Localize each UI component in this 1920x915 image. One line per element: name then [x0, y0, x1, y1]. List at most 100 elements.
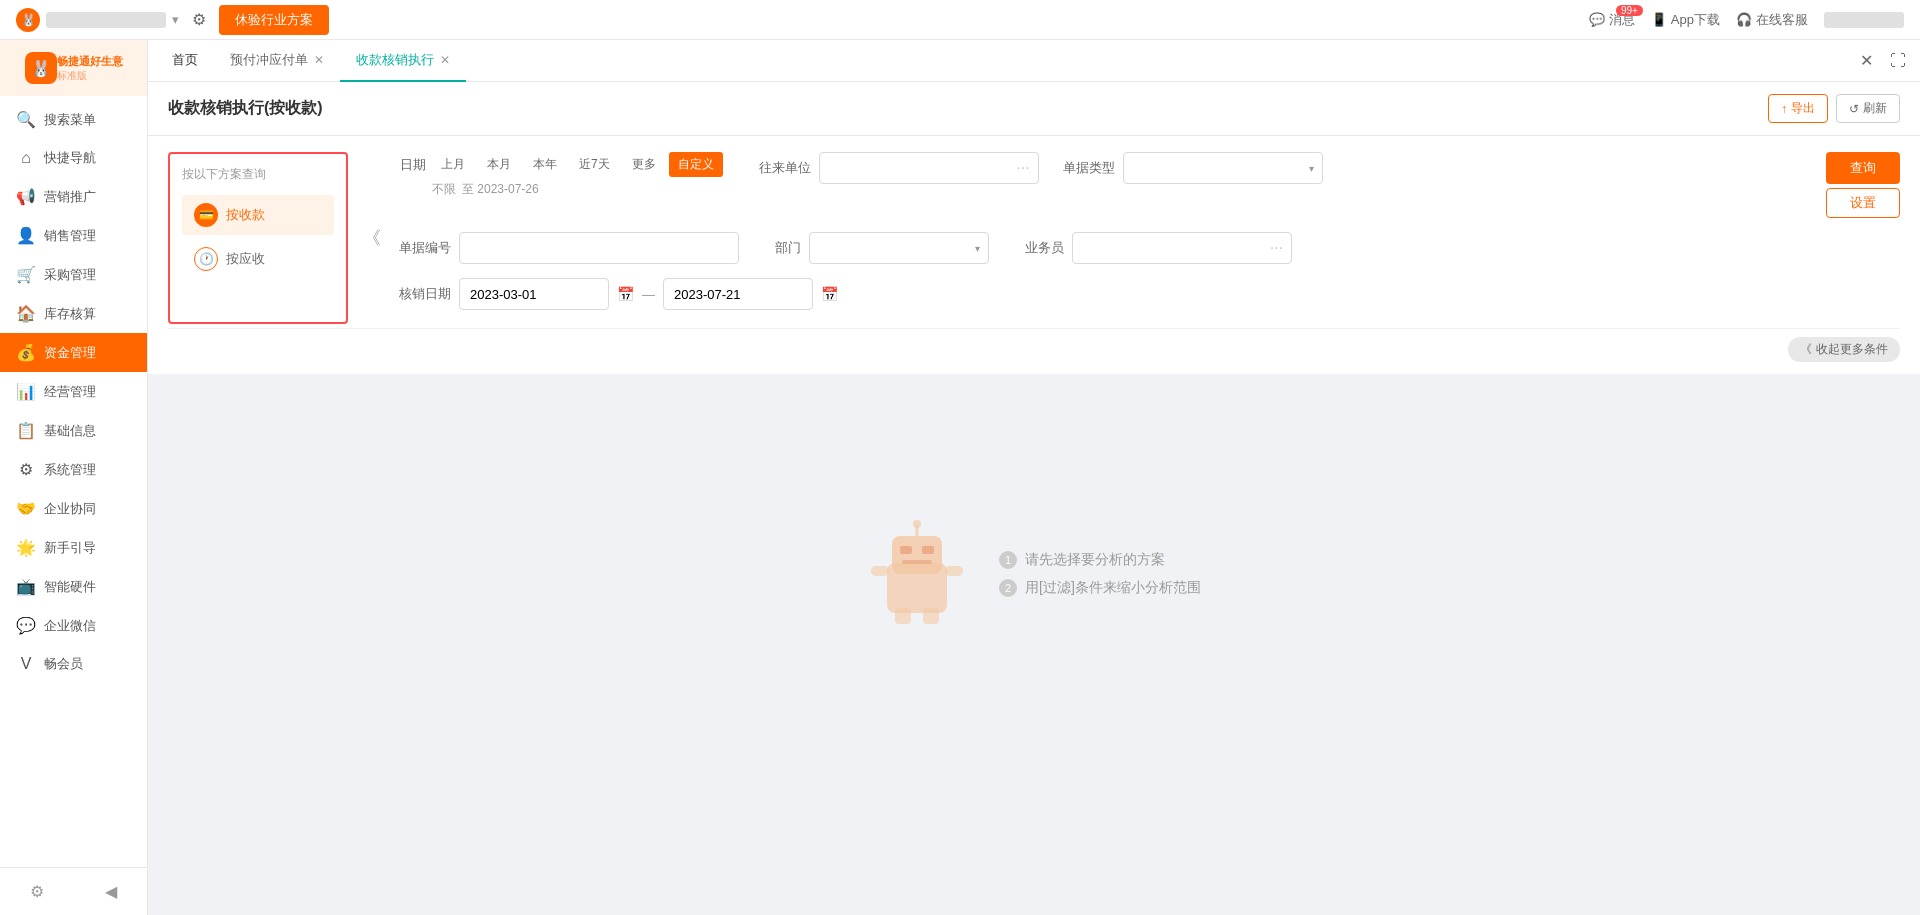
tab-expand-icon[interactable]: ⛶ [1884, 47, 1912, 75]
refresh-label: 刷新 [1863, 100, 1887, 117]
page-content: 收款核销执行(按收款) ↑ 导出 ↺ 刷新 按以 [148, 82, 1920, 915]
message-icon: 💬 [1589, 12, 1605, 27]
collapse-bar: 《 收起更多条件 [168, 328, 1900, 374]
writeoff-date-start-input[interactable] [459, 278, 609, 310]
settings-button[interactable]: 设置 [1826, 188, 1900, 218]
filter-main: 日期 上月 本月 本年 近7天 更多 自定义 [396, 152, 1900, 324]
page-header: 收款核销执行(按收款) ↑ 导出 ↺ 刷新 [148, 82, 1920, 136]
topbar-brand-blurred [46, 12, 166, 28]
sidebar-item-marketing[interactable]: 📢 营销推广 [0, 177, 147, 216]
tab-prepay-close-icon[interactable]: ✕ [314, 53, 324, 67]
tab-collect-writeoff[interactable]: 收款核销执行 ✕ [340, 40, 466, 82]
topbar-message[interactable]: 💬 消息 99+ [1589, 11, 1635, 29]
empty-robot-illustration [867, 518, 967, 631]
sidebar-label-purchase: 采购管理 [44, 266, 96, 284]
dept-select-arrow-icon: ▾ [975, 243, 980, 254]
sidebar-item-finance[interactable]: 💰 资金管理 [0, 333, 147, 372]
filter-staff-group: 业务员 ··· [1025, 232, 1292, 264]
system-icon: ⚙ [16, 460, 36, 479]
counterparty-input[interactable]: ··· [819, 152, 1039, 184]
dept-select[interactable]: ▾ [809, 232, 989, 264]
export-label: 导出 [1791, 100, 1815, 117]
topbar-dropdown-icon[interactable]: ▾ [172, 12, 179, 27]
filter-dept-group: 部门 ▾ [775, 232, 989, 264]
search-menu-icon: 🔍 [16, 110, 36, 129]
writeoff-date-start-cal-icon[interactable]: 📅 [617, 286, 634, 302]
date-btn-this-year[interactable]: 本年 [524, 152, 566, 177]
topbar-app-download[interactable]: 📱 App下载 [1651, 11, 1720, 29]
sidebar-item-inventory[interactable]: 🏠 库存核算 [0, 294, 147, 333]
page-header-actions: ↑ 导出 ↺ 刷新 [1768, 94, 1900, 123]
export-button[interactable]: ↑ 导出 [1768, 94, 1828, 123]
solution-button[interactable]: 休验行业方案 [219, 5, 329, 35]
sidebar-nav: 🔍 搜索菜单 ⌂ 快捷导航 📢 营销推广 👤 销售管理 🛒 采购管理 🏠 [0, 96, 147, 867]
sidebar-item-enterprise[interactable]: 🤝 企业协同 [0, 489, 147, 528]
purchase-icon: 🛒 [16, 265, 36, 284]
filter-area: 按以下方案查询 💳 按收款 🕐 按应收 《 [148, 136, 1920, 374]
sidebar-item-purchase[interactable]: 🛒 采购管理 [0, 255, 147, 294]
refresh-icon: ↺ [1849, 102, 1859, 116]
sidebar-item-sales[interactable]: 👤 销售管理 [0, 216, 147, 255]
filter-writeoff-date-group: 核销日期 📅 — 📅 [396, 278, 838, 310]
sidebar-item-member[interactable]: V 畅会员 [0, 645, 147, 683]
refresh-button[interactable]: ↺ 刷新 [1836, 94, 1900, 123]
sidebar-logo-image: 🐰 [25, 52, 57, 84]
tip2-text: 用[过滤]条件来缩小分析范围 [1025, 579, 1201, 597]
date-btn-more[interactable]: 更多 [623, 152, 665, 177]
doctype-select[interactable]: ▾ [1123, 152, 1323, 184]
tab-collect-writeoff-close-icon[interactable]: ✕ [440, 53, 450, 67]
filter-counterparty-group: 往来单位 ··· [759, 152, 1039, 184]
sidebar-item-quick-nav[interactable]: ⌂ 快捷导航 [0, 139, 147, 177]
writeoff-date-separator: — [642, 287, 655, 302]
date-btn-custom[interactable]: 自定义 [669, 152, 723, 177]
filter-toggle-collapse[interactable]: 《 [360, 152, 384, 324]
by-receipt-label: 按收款 [226, 206, 265, 224]
main-layout: 🐰 畅捷通好生意 标准版 🔍 搜索菜单 ⌂ 快捷导航 📢 营销推广 👤 销售管理 [0, 40, 1920, 915]
tabbar-actions: ✕ ⛶ [1852, 47, 1912, 75]
message-badge: 99+ [1616, 5, 1643, 16]
date-btn-last-month[interactable]: 上月 [432, 152, 474, 177]
filter-date-row: 日期 上月 本月 本年 近7天 更多 自定义 [396, 152, 723, 177]
inventory-icon: 🏠 [16, 304, 36, 323]
filter-inner: 按以下方案查询 💳 按收款 🕐 按应收 《 [168, 152, 1900, 324]
sidebar-item-basic[interactable]: 📋 基础信息 [0, 411, 147, 450]
date-label: 日期 [396, 156, 426, 174]
sidebar-label-sales: 销售管理 [44, 227, 96, 245]
sidebar-item-search-menu[interactable]: 🔍 搜索菜单 [0, 100, 147, 139]
query-button[interactable]: 查询 [1826, 152, 1900, 184]
sidebar-item-hardware[interactable]: 📺 智能硬件 [0, 567, 147, 606]
date-btn-this-month[interactable]: 本月 [478, 152, 520, 177]
filter-row-2: 单据编号 部门 ▾ 业务员 [396, 232, 1900, 264]
tab-home[interactable]: 首页 [156, 40, 214, 82]
svg-rect-10 [923, 608, 939, 624]
sidebar-collapse-icon[interactable]: ◀ [99, 876, 123, 907]
sidebar-label-member: 畅会员 [44, 655, 83, 673]
staff-input[interactable]: ··· [1072, 232, 1292, 264]
docno-input[interactable] [459, 232, 739, 264]
svg-rect-6 [902, 560, 932, 564]
sidebar-item-business[interactable]: 📊 经营管理 [0, 372, 147, 411]
tab-close-window-icon[interactable]: ✕ [1852, 47, 1880, 75]
tab-home-label: 首页 [172, 51, 198, 69]
sidebar-label-finance: 资金管理 [44, 344, 96, 362]
by-receipt-icon: 💳 [194, 203, 218, 227]
staff-dots-icon: ··· [1270, 239, 1283, 257]
sidebar-item-beginner[interactable]: 🌟 新手引导 [0, 528, 147, 567]
writeoff-date-end-cal-icon[interactable]: 📅 [821, 286, 838, 302]
sidebar-item-wechat[interactable]: 💬 企业微信 [0, 606, 147, 645]
sidebar-item-system[interactable]: ⚙ 系统管理 [0, 450, 147, 489]
topbar-gear-icon[interactable]: ⚙ [185, 6, 213, 34]
filter-date-quick-btns: 上月 本月 本年 近7天 更多 自定义 [432, 152, 723, 177]
filter-option-by-receivable[interactable]: 🕐 按应收 [182, 239, 334, 279]
date-btn-7days[interactable]: 近7天 [570, 152, 619, 177]
writeoff-date-end-input[interactable] [663, 278, 813, 310]
filter-scheme-title: 按以下方案查询 [182, 166, 334, 183]
sidebar-settings-icon[interactable]: ⚙ [24, 876, 50, 907]
filter-option-by-receipt[interactable]: 💳 按收款 [182, 195, 334, 235]
tab-prepay-label: 预付冲应付单 [230, 51, 308, 69]
topbar-online-service[interactable]: 🎧 在线客服 [1736, 11, 1808, 29]
empty-state-content: 1 请先选择要分析的方案 2 用[过滤]条件来缩小分析范围 [867, 518, 1201, 631]
tab-prepay[interactable]: 预付冲应付单 ✕ [214, 40, 340, 82]
sidebar-label-business: 经营管理 [44, 383, 96, 401]
collapse-more-btn[interactable]: 《 收起更多条件 [1788, 337, 1900, 362]
